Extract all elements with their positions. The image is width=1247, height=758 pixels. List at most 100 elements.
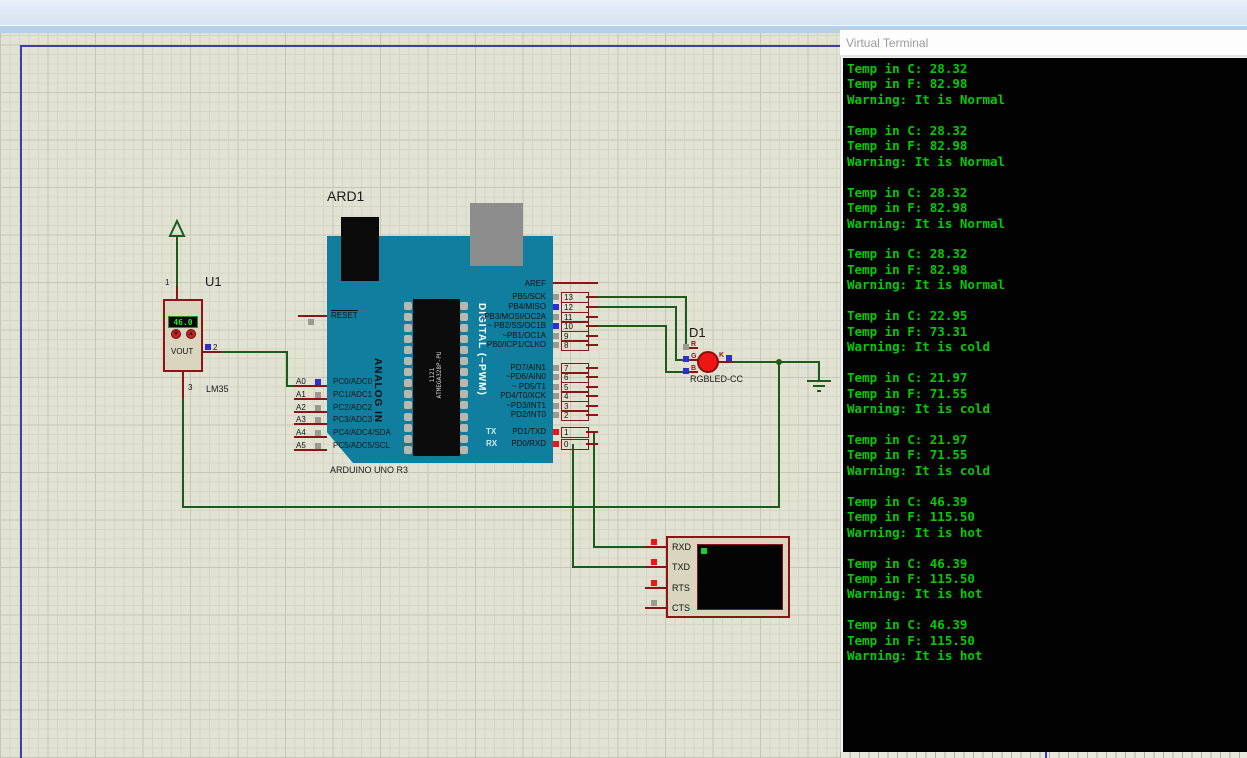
chip-pin-left <box>404 346 412 355</box>
sterm-pin-CTS-stub[interactable] <box>645 607 666 609</box>
lm35-pin2-stub[interactable] <box>203 351 221 353</box>
led-pin-G-label: G <box>691 353 697 360</box>
digital-pin-8-indicator <box>553 342 559 348</box>
led-pin-K-stub[interactable] <box>719 361 733 363</box>
analog-group-label: ANALOG IN <box>372 358 383 424</box>
sterm-pin-RTS-indicator <box>651 580 657 586</box>
analog-pin-A3-stub[interactable] <box>294 423 327 425</box>
digital-pin-11-stub[interactable] <box>586 316 598 318</box>
digital-pin-5-indicator <box>553 384 559 390</box>
digital-pin-10-label: ~ PB2/SS/OC1B <box>487 321 546 330</box>
analog-pin-A4-indicator <box>315 430 321 436</box>
rgb-led[interactable] <box>697 351 719 373</box>
analog-pin-A1-stub[interactable] <box>294 398 327 400</box>
analog-pin-A0-stub[interactable] <box>294 385 327 387</box>
digital-pin-11-indicator <box>553 314 559 320</box>
virtual-terminal-console[interactable]: Temp in C: 28.32 Temp in F: 82.98 Warnin… <box>843 58 1247 752</box>
lm35-temperature-display: 46.0 <box>168 316 198 328</box>
analog-pin-A2-indicator <box>315 405 321 411</box>
digital-pin-6-indicator <box>553 374 559 380</box>
digital-pin-4-label: PD4/T0/XCK <box>500 391 546 400</box>
sterm-pin-TXD-indicator <box>651 559 657 565</box>
digital-pin-2-indicator <box>553 412 559 418</box>
digital-pin-7-indicator <box>553 365 559 371</box>
sterm-pin-RXD-label: RXD <box>672 542 692 552</box>
lm35-part-label: LM35 <box>206 384 229 394</box>
proteus-workspace: ARD1 1121 ATMEGA328P-PU DIGITAL (~PWM) A… <box>0 0 1247 758</box>
lm35-pin1-stub[interactable] <box>176 286 178 299</box>
led-pin-B-indicator <box>683 368 689 374</box>
analog-pin-A3-port-label: PC3/ADC3 <box>333 415 373 424</box>
led-part-label: RGBLED-CC <box>690 374 744 384</box>
serial-terminal-cursor <box>701 548 707 554</box>
digital-pin-2-stub[interactable] <box>586 414 598 416</box>
led-ref-label: D1 <box>689 325 706 340</box>
digital-pin-1-indicator <box>553 429 559 435</box>
lm35-ref-label: U1 <box>205 274 222 289</box>
digital-pin-2-number[interactable]: 2 <box>561 410 589 421</box>
sterm-pin-TXD-stub[interactable] <box>645 566 666 568</box>
sterm-pin-RXD-stub[interactable] <box>645 546 666 548</box>
reset-pin-stub[interactable] <box>298 315 327 317</box>
led-pin-G-indicator <box>683 356 689 362</box>
chip-pin-left <box>404 313 412 322</box>
analog-pin-A5-stub[interactable] <box>294 449 327 451</box>
digital-pin-8-label: PB0/ICP1/CLKO <box>486 340 546 349</box>
top-chrome-band <box>0 0 1247 25</box>
digital-pin-1-number[interactable]: 1 <box>561 427 589 438</box>
led-pin-K-label: K <box>719 352 725 359</box>
digital-pin-6-stub[interactable] <box>586 376 598 378</box>
reset-pin-label: RESET <box>331 311 358 320</box>
chip-pin-left <box>404 390 412 399</box>
analog-pin-A1-indicator <box>315 392 321 398</box>
digital-pin-0-stub[interactable] <box>586 443 598 445</box>
aref-pin-stub[interactable] <box>553 282 598 284</box>
digital-pin-1-stub[interactable] <box>586 431 598 433</box>
led-pin-B-label: B <box>691 365 697 372</box>
digital-pin-10-indicator <box>553 323 559 329</box>
reset-state-indicator <box>308 319 314 325</box>
chip-pin-left <box>404 324 412 333</box>
arduino-ref-label: ARD1 <box>327 188 365 204</box>
lm35-increase-button[interactable]: ▲ <box>186 329 196 339</box>
analog-pin-A0-indicator <box>315 379 321 385</box>
digital-pin-4-indicator <box>553 393 559 399</box>
chip-pin-left <box>404 302 412 310</box>
digital-pin-7-stub[interactable] <box>586 367 598 369</box>
digital-pin-3-stub[interactable] <box>586 405 598 407</box>
digital-pin-0-prefix: RX <box>486 439 498 448</box>
aref-pin-label: AREF <box>524 279 546 288</box>
lm35-pin1-number: 1 <box>165 278 170 287</box>
digital-pin-13-stub[interactable] <box>586 296 598 298</box>
digital-pin-5-stub[interactable] <box>586 386 598 388</box>
chip-pin-left <box>404 423 412 432</box>
led-pin-R-label: R <box>691 341 697 348</box>
chip-pin-left <box>404 412 412 421</box>
chip-pin-left <box>404 445 412 454</box>
analog-pin-A4-port-label: PC4/ADC4/SDA <box>333 428 391 437</box>
digital-pin-0-number[interactable]: 0 <box>561 439 589 450</box>
lm35-sensor[interactable] <box>163 299 203 372</box>
analog-pin-A2-stub[interactable] <box>294 411 327 413</box>
digital-pin-8-number[interactable]: 8 <box>561 340 589 351</box>
lm35-pin3-stub[interactable] <box>182 372 184 398</box>
serial-terminal-screen <box>697 544 783 610</box>
lm35-vout-state-indicator <box>205 344 211 350</box>
virtual-terminal-titlebar[interactable]: Virtual Terminal <box>840 30 1247 57</box>
analog-pin-A4-stub[interactable] <box>294 436 327 438</box>
chip-pin-left <box>404 379 412 388</box>
digital-pin-9-label: ~PB1/OC1A <box>502 331 546 340</box>
digital-pin-9-stub[interactable] <box>586 335 598 337</box>
arduino-board-name: ARDUINO UNO R3 <box>330 465 409 475</box>
led-pin-K-indicator <box>726 355 732 361</box>
chip-pin-left <box>404 368 412 377</box>
digital-pin-12-stub[interactable] <box>586 306 598 308</box>
sterm-pin-RTS-stub[interactable] <box>645 587 666 589</box>
led-pin-R-indicator <box>683 344 689 350</box>
chip-pin-left <box>404 357 412 366</box>
digital-pin-8-stub[interactable] <box>586 344 598 346</box>
lm35-decrease-button[interactable]: ▼ <box>171 329 181 339</box>
digital-pin-4-stub[interactable] <box>586 395 598 397</box>
digital-pin-10-stub[interactable] <box>586 325 598 327</box>
arduino-usb-connector <box>470 203 523 266</box>
